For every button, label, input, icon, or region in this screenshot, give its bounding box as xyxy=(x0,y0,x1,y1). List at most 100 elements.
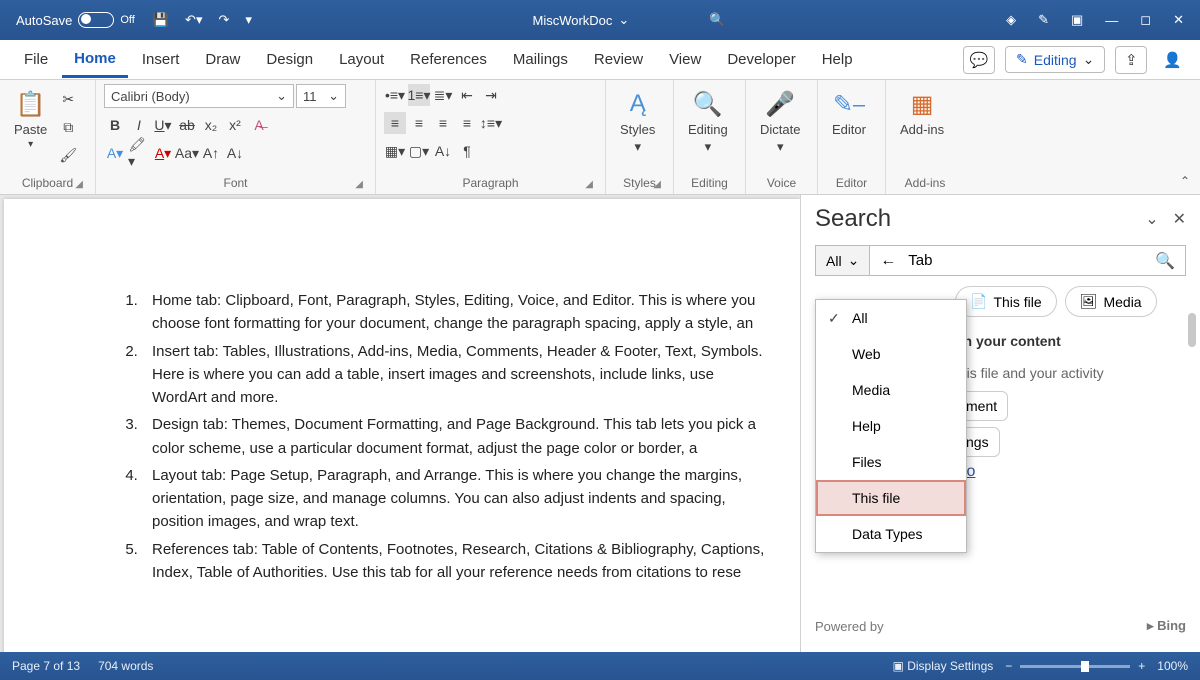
superscript-icon[interactable]: x² xyxy=(224,114,246,136)
window-icon[interactable]: ▣ xyxy=(1071,12,1083,28)
chevron-down-icon[interactable]: ⌄ xyxy=(1145,209,1158,229)
search-scope-dropdown[interactable]: All⌄ xyxy=(815,245,870,276)
scope-option-web[interactable]: Web xyxy=(816,336,966,372)
tab-developer[interactable]: Developer xyxy=(715,43,807,76)
chip-this-file[interactable]: 📄 This file xyxy=(955,286,1057,317)
addins-button[interactable]: ▦Add-ins xyxy=(894,84,950,141)
save-icon[interactable]: 💾 xyxy=(153,12,169,28)
scope-option-data-types[interactable]: Data Types xyxy=(816,516,966,552)
word-count[interactable]: 704 words xyxy=(98,659,153,673)
zoom-slider[interactable]: −+ xyxy=(1005,659,1145,673)
page-indicator[interactable]: Page 7 of 13 xyxy=(12,659,80,673)
underline-icon[interactable]: U▾ xyxy=(152,114,174,136)
clear-format-icon[interactable]: A̶ xyxy=(248,114,270,136)
bold-icon[interactable]: B xyxy=(104,114,126,136)
line-spacing-icon[interactable]: ↕≡▾ xyxy=(480,112,502,134)
align-center-icon[interactable]: ≡ xyxy=(408,112,430,134)
document-area[interactable]: Home tab: Clipboard, Font, Paragraph, St… xyxy=(0,195,800,652)
strikethrough-icon[interactable]: ab xyxy=(176,114,198,136)
search-icon[interactable]: 🔍 xyxy=(1155,251,1175,271)
redo-icon[interactable]: ↷ xyxy=(218,12,229,28)
multilevel-icon[interactable]: ≣▾ xyxy=(432,84,454,106)
editing-mode-button[interactable]: ✎ Editing ⌄ xyxy=(1005,46,1105,73)
share-button[interactable]: ⇪ xyxy=(1115,46,1147,74)
scope-option-media[interactable]: Media xyxy=(816,372,966,408)
tab-design[interactable]: Design xyxy=(254,43,325,76)
tab-layout[interactable]: Layout xyxy=(327,43,396,76)
paste-button[interactable]: 📋 Paste▾ xyxy=(8,84,53,154)
shrink-font-icon[interactable]: A↓ xyxy=(224,142,246,164)
chip-media[interactable]: 🖼 Media xyxy=(1065,286,1157,317)
tab-mailings[interactable]: Mailings xyxy=(501,43,580,76)
italic-icon[interactable]: I xyxy=(128,114,150,136)
bullets-icon[interactable]: •≡▾ xyxy=(384,84,406,106)
font-family-select[interactable]: Calibri (Body)⌄ xyxy=(104,84,294,108)
maximize-icon[interactable]: ◻ xyxy=(1140,12,1151,28)
pen-icon[interactable]: ✎ xyxy=(1038,12,1049,28)
tab-references[interactable]: References xyxy=(398,43,499,76)
borders-icon[interactable]: ▢▾ xyxy=(408,140,430,162)
list-item: Design tab: Themes, Document Formatting,… xyxy=(142,413,770,460)
scope-option-files[interactable]: Files xyxy=(816,444,966,480)
clipboard-icon: 📋 xyxy=(15,88,47,120)
numbering-icon[interactable]: 1≡▾ xyxy=(408,84,430,106)
font-size-select[interactable]: 11⌄ xyxy=(296,84,346,108)
tab-insert[interactable]: Insert xyxy=(130,43,192,76)
tab-review[interactable]: Review xyxy=(582,43,655,76)
account-icon[interactable]: 👤 xyxy=(1163,51,1182,69)
collapse-ribbon-icon[interactable]: ⌃ xyxy=(1180,174,1190,188)
minimize-icon[interactable]: — xyxy=(1105,13,1118,28)
tab-draw[interactable]: Draw xyxy=(193,43,252,76)
search-input[interactable] xyxy=(908,252,1143,269)
comments-button[interactable]: 💬 xyxy=(963,46,995,74)
tab-file[interactable]: File xyxy=(12,43,60,76)
tab-home[interactable]: Home xyxy=(62,42,128,78)
font-color-icon[interactable]: A▾ xyxy=(152,142,174,164)
undo-icon[interactable]: ↶▾ xyxy=(185,12,202,28)
hint-text: on your content xyxy=(955,333,1186,349)
dialog-launcher-icon[interactable]: ◢ xyxy=(653,179,661,190)
back-icon[interactable]: ← xyxy=(880,252,896,270)
dialog-launcher-icon[interactable]: ◢ xyxy=(585,179,593,190)
ribbon: 📋 Paste▾ ✂ ⧉ 🖌 Clipboard◢ Calibri (Body)… xyxy=(0,80,1200,195)
sort-icon[interactable]: A↓ xyxy=(432,140,454,162)
scope-option-help[interactable]: Help xyxy=(816,408,966,444)
highlight-icon[interactable]: 🖍▾ xyxy=(128,142,150,164)
titlebar: AutoSave Off 💾 ↶▾ ↷ ▾ MiscWorkDoc⌄ 🔍 ◈ ✎… xyxy=(0,0,1200,40)
text-effects-icon[interactable]: A▾ xyxy=(104,142,126,164)
editing-button[interactable]: 🔍Editing▾ xyxy=(682,84,734,159)
dialog-launcher-icon[interactable]: ◢ xyxy=(75,179,83,190)
document-title[interactable]: MiscWorkDoc⌄ xyxy=(532,12,629,28)
tab-help[interactable]: Help xyxy=(810,43,865,76)
editor-button[interactable]: ✎⎯Editor xyxy=(826,84,872,141)
bing-logo: ▸ Bing xyxy=(1147,618,1186,634)
grow-font-icon[interactable]: A↑ xyxy=(200,142,222,164)
styles-button[interactable]: ĄStyles▾ xyxy=(614,84,661,159)
align-left-icon[interactable]: ≡ xyxy=(384,112,406,134)
scrollbar-thumb[interactable] xyxy=(1188,313,1196,347)
search-icon[interactable]: 🔍 xyxy=(709,12,725,28)
zoom-level[interactable]: 100% xyxy=(1157,659,1188,673)
increase-indent-icon[interactable]: ⇥ xyxy=(480,84,502,106)
scope-option-this-file[interactable]: This file xyxy=(816,480,966,516)
dictate-button[interactable]: 🎤Dictate▾ xyxy=(754,84,806,159)
dialog-launcher-icon[interactable]: ◢ xyxy=(355,179,363,190)
copy-icon[interactable]: ⧉ xyxy=(57,116,79,138)
feedback-link[interactable]: No xyxy=(955,463,1186,481)
justify-icon[interactable]: ≡ xyxy=(456,112,478,134)
change-case-icon[interactable]: Aa▾ xyxy=(176,142,198,164)
diamond-icon[interactable]: ◈ xyxy=(1006,12,1016,28)
show-marks-icon[interactable]: ¶ xyxy=(456,140,478,162)
tab-view[interactable]: View xyxy=(657,43,713,76)
close-icon[interactable]: ✕ xyxy=(1173,12,1184,28)
scope-option-all[interactable]: All xyxy=(816,300,966,336)
decrease-indent-icon[interactable]: ⇤ xyxy=(456,84,478,106)
display-settings[interactable]: ▣ Display Settings xyxy=(893,659,994,673)
subscript-icon[interactable]: x₂ xyxy=(200,114,222,136)
cut-icon[interactable]: ✂ xyxy=(57,88,79,110)
format-painter-icon[interactable]: 🖌 xyxy=(57,144,79,166)
close-icon[interactable]: ✕ xyxy=(1173,209,1186,229)
shading-icon[interactable]: ▦▾ xyxy=(384,140,406,162)
align-right-icon[interactable]: ≡ xyxy=(432,112,454,134)
autosave-toggle[interactable]: AutoSave Off xyxy=(16,12,135,28)
